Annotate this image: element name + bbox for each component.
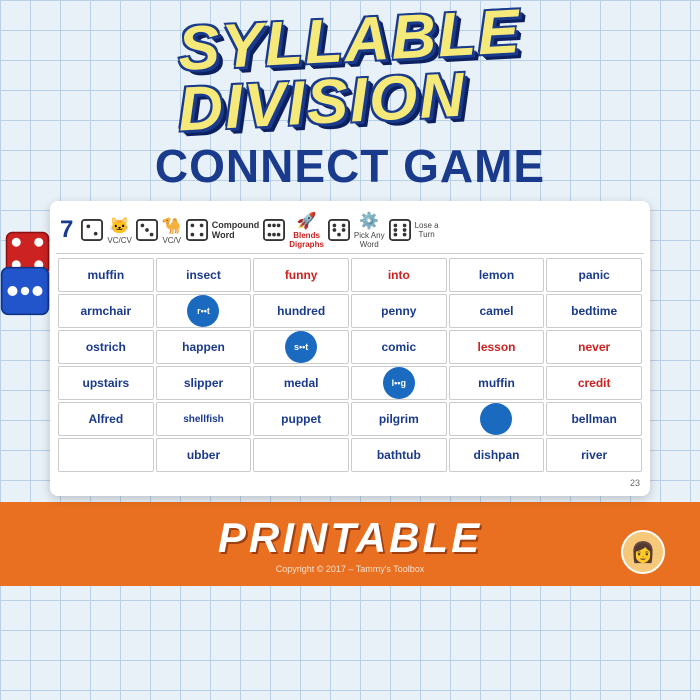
legend-vc-item: 🐪 VC/V [162,216,182,245]
cell-muffin: muffin [58,258,154,292]
copyright-text: Copyright © 2017 – Tammy's Toolbox [12,564,688,574]
cell-lesson: lesson [449,330,545,364]
legend-compound-item: CompoundWord [212,220,260,240]
legend-blends-item: 🚀 BlendsDigraphs [289,211,324,249]
cell-slipper: slipper [156,366,252,400]
game-area: 7 🐱 VC/CV 🐪 [50,201,650,496]
cell-insect: insect [156,258,252,292]
cell-bellman: bellman [546,402,642,436]
game-area-wrapper: 7 🐱 VC/CV 🐪 [20,201,680,496]
dice-3-icon [186,219,208,241]
dice-2-icon [136,219,158,241]
bottom-banner: PRINTABLE Copyright © 2017 – Tammy's Too… [0,502,700,586]
page-wrapper: SYLLABLE DIVISION CONNECT GAME 7 [0,0,700,586]
dice-5-icon [328,219,350,241]
legend-loseaturn-item: Lose aTurn [415,221,439,239]
cell-credit: credit [546,366,642,400]
cell-happen: happen [156,330,252,364]
cell-funny: funny [253,258,349,292]
legend-vcv-item: 🐱 VC/CV [107,216,131,245]
cell-empty2 [253,438,349,472]
title-division: DIVISION [177,65,468,142]
cell-circle-3: l••g [351,366,447,400]
cell-circle-1: r••t [156,294,252,328]
cell-panic: panic [546,258,642,292]
dice-1-icon [81,219,103,241]
connect-game-title: CONNECT GAME [20,139,680,193]
cell-medal: medal [253,366,349,400]
avatar: 👩 [621,530,665,574]
cell-never: never [546,330,642,364]
cell-hundred: hundred [253,294,349,328]
cell-empty1 [58,438,154,472]
header: SYLLABLE DIVISION CONNECT GAME [0,0,700,193]
printable-label: PRINTABLE [12,514,688,562]
cell-into: into [351,258,447,292]
blue-dice-icon [0,266,50,316]
cell-dishpan: dishpan [449,438,545,472]
cell-lemon: lemon [449,258,545,292]
cell-river: river [546,438,642,472]
cell-pilgrim: pilgrim [351,402,447,436]
cell-ostrich: ostrich [58,330,154,364]
cell-bedtime: bedtime [546,294,642,328]
title-block: SYLLABLE DIVISION [178,10,521,134]
cell-shellfish: shellfish [156,402,252,436]
blue-circle-4 [480,403,512,435]
legend-pickany-item: ⚙️ Pick AnyWord [354,211,385,249]
game-grid: muffin insect funny into lemon panic arm… [56,254,644,476]
dice-4-icon [263,219,285,241]
cell-armchair: armchair [58,294,154,328]
legend-row: 7 🐱 VC/CV 🐪 [56,207,644,254]
page-number: 23 [56,476,644,490]
cell-upstairs: upstairs [58,366,154,400]
cell-ubber: ubber [156,438,252,472]
cell-alfred: Alfred [58,402,154,436]
legend-number: 7 [60,216,73,244]
cell-penny: penny [351,294,447,328]
cell-camel: camel [449,294,545,328]
cell-puppet: puppet [253,402,349,436]
cell-circle-4 [449,402,545,436]
cell-circle-2: s••t [253,330,349,364]
cell-comic: comic [351,330,447,364]
dice-6-icon [389,219,411,241]
cell-muffin2: muffin [449,366,545,400]
cell-bathtub: bathtub [351,438,447,472]
